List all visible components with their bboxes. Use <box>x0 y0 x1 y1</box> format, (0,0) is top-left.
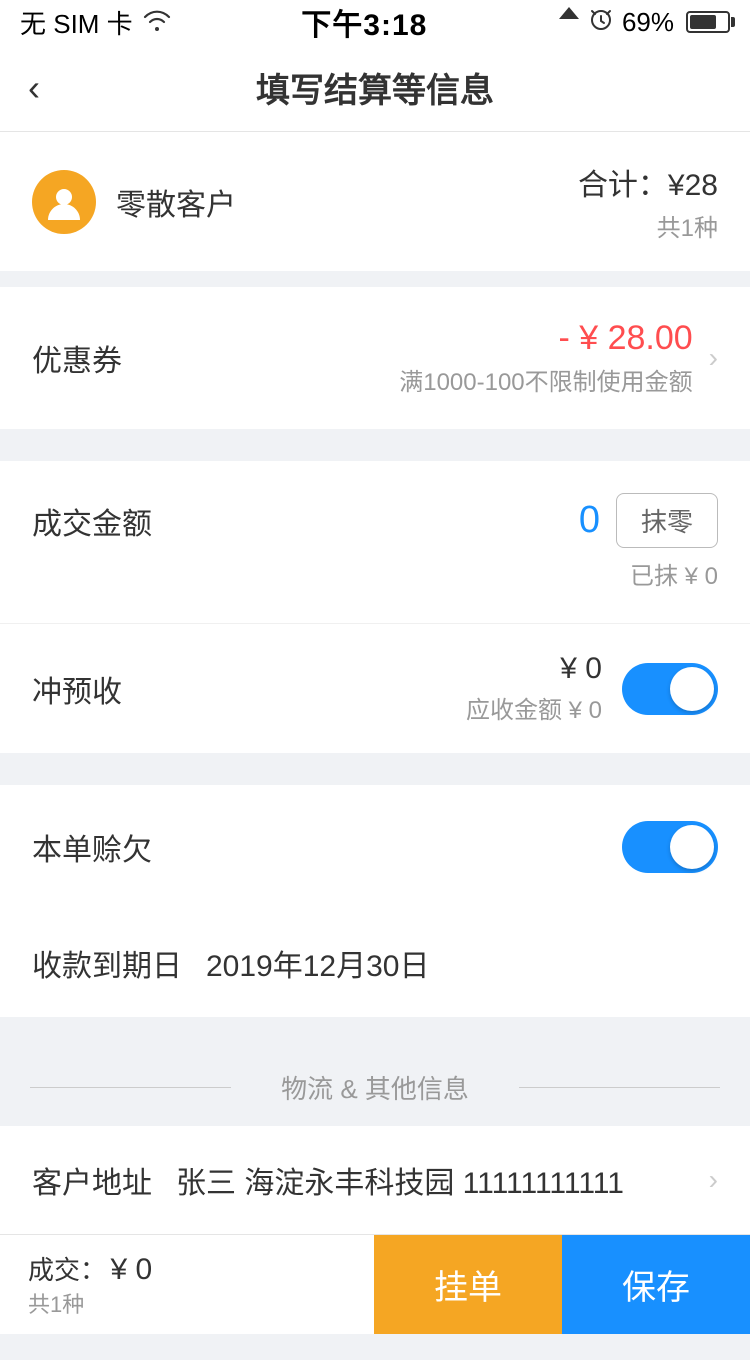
prepay-amounts: ¥ 0 应收金额 ¥ 0 <box>466 652 602 725</box>
address-section: 客户地址 张三 海淀永丰科技园 11111111111 › <box>0 1126 750 1234</box>
bottom-trade-label: 成交： <box>28 1255 106 1285</box>
debt-toggle-knob <box>670 825 714 869</box>
bottom-trade-amount: ¥ 0 <box>110 1253 152 1286</box>
due-date-value: 2019年12月30日 <box>206 941 429 985</box>
customer-left: 零散客户 <box>32 170 236 234</box>
status-right: 69% <box>558 6 730 39</box>
bottom-count: 共1种 <box>28 1287 346 1319</box>
coupon-row[interactable]: 优惠券 - ¥ 28.00 满1000-100不限制使用金额 › <box>0 287 750 429</box>
page-title: 填写结算等信息 <box>256 63 494 112</box>
divider-3 <box>0 1033 750 1049</box>
debt-section: 本单赊欠 收款到期日 2019年12月30日 <box>0 785 750 1017</box>
transaction-row: 成交金额 0 抹零 已抹 ¥ 0 <box>0 461 750 624</box>
logistics-divider: 物流 & 其他信息 <box>0 1049 750 1126</box>
round-button[interactable]: 抹零 <box>616 493 718 548</box>
address-label: 客户地址 <box>32 1158 152 1202</box>
debt-row: 本单赊欠 <box>0 785 750 909</box>
nav-bar: ‹ 填写结算等信息 <box>0 44 750 132</box>
toggle-knob <box>670 667 714 711</box>
prepay-amount: ¥ 0 <box>466 652 602 686</box>
debt-toggle[interactable] <box>622 821 718 873</box>
address-chevron-icon: › <box>709 1164 718 1196</box>
battery-icon <box>686 11 730 33</box>
status-time: 下午3:18 <box>301 0 427 44</box>
bottom-info: 成交： ¥ 0 共1种 <box>0 1235 374 1334</box>
transaction-section: 成交金额 0 抹零 已抹 ¥ 0 冲预收 ¥ 0 应收金额 ¥ 0 <box>0 461 750 753</box>
logistics-label: 物流 & 其他信息 <box>281 1069 469 1106</box>
prepay-receivable: 应收金额 ¥ 0 <box>466 690 602 725</box>
customer-right: 合计：¥28 共1种 <box>578 160 718 243</box>
already-rounded: 已抹 ¥ 0 <box>32 556 718 591</box>
coupon-right-text: - ¥ 28.00 满1000-100不限制使用金额 <box>399 319 692 397</box>
bottom-trade-row: 成交： ¥ 0 <box>28 1250 346 1287</box>
due-date-label: 收款到期日 <box>32 941 182 985</box>
address-row[interactable]: 客户地址 张三 海淀永丰科技园 11111111111 › <box>0 1126 750 1234</box>
divider-1 <box>0 445 750 461</box>
transaction-input-area: 0 抹零 <box>579 493 718 548</box>
prepay-row: 冲预收 ¥ 0 应收金额 ¥ 0 <box>0 624 750 753</box>
transaction-top: 成交金额 0 抹零 <box>32 493 718 548</box>
content: 零散客户 合计：¥28 共1种 优惠券 - ¥ 28.00 满1000-100不… <box>0 132 750 1360</box>
bottom-actions: 挂单 保存 <box>374 1235 750 1334</box>
no-sim-text: 无 SIM 卡 <box>20 4 133 41</box>
location-icon <box>558 6 580 39</box>
total-count: 共1种 <box>578 208 718 243</box>
prepay-right: ¥ 0 应收金额 ¥ 0 <box>466 652 718 725</box>
hang-button[interactable]: 挂单 <box>374 1235 562 1334</box>
customer-row: 零散客户 合计：¥28 共1种 <box>0 132 750 271</box>
prepay-toggle[interactable] <box>622 663 718 715</box>
bottom-bar: 成交： ¥ 0 共1种 挂单 保存 <box>0 1234 750 1334</box>
battery-percent: 69% <box>622 7 674 38</box>
transaction-value[interactable]: 0 <box>579 499 600 542</box>
coupon-chevron-icon: › <box>709 342 718 374</box>
customer-name: 零散客户 <box>116 180 236 224</box>
logistics-line-left <box>30 1087 231 1088</box>
status-left: 无 SIM 卡 <box>20 4 171 41</box>
coupon-note: 满1000-100不限制使用金额 <box>399 362 692 397</box>
coupon-amount: - ¥ 28.00 <box>399 319 692 358</box>
wifi-icon <box>143 7 171 38</box>
back-button[interactable]: ‹ <box>28 67 40 109</box>
avatar <box>32 170 96 234</box>
due-date-row[interactable]: 收款到期日 2019年12月30日 <box>0 909 750 1017</box>
transaction-label: 成交金额 <box>32 499 152 543</box>
status-bar: 无 SIM 卡 下午3:18 69% <box>0 0 750 44</box>
coupon-section: 优惠券 - ¥ 28.00 满1000-100不限制使用金额 › <box>0 287 750 429</box>
debt-label: 本单赊欠 <box>32 825 152 869</box>
prepay-label: 冲预收 <box>32 667 122 711</box>
logistics-line-right <box>519 1087 720 1088</box>
coupon-right: - ¥ 28.00 满1000-100不限制使用金额 › <box>399 319 718 397</box>
save-button[interactable]: 保存 <box>562 1235 750 1334</box>
address-value: 张三 海淀永丰科技园 11111111111 <box>176 1158 709 1202</box>
coupon-label: 优惠券 <box>32 336 122 380</box>
total-amount: 合计：¥28 <box>578 160 718 204</box>
divider-2 <box>0 769 750 785</box>
alarm-icon <box>588 6 614 39</box>
